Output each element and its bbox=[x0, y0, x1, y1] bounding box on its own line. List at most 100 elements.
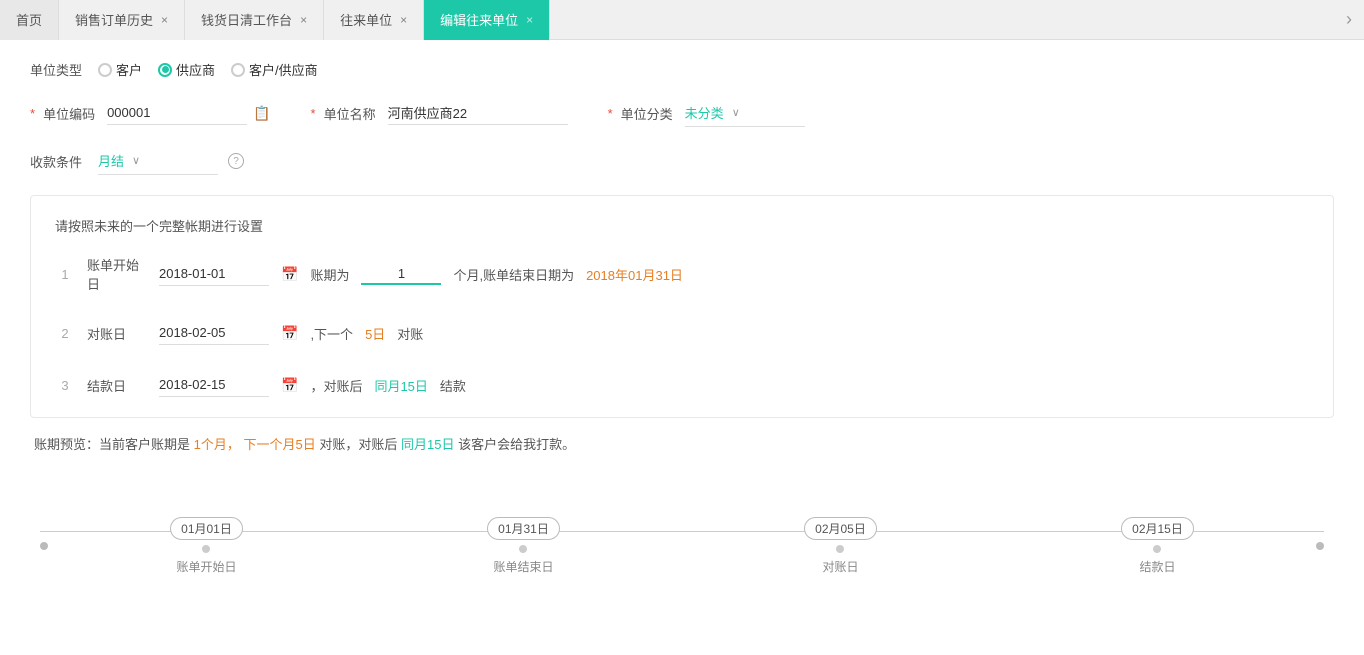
timeline-node-2: 01月31日 账单结束日 bbox=[487, 517, 560, 575]
radio-supplier-circle bbox=[158, 63, 172, 77]
period-row-2-type: 对账日 bbox=[87, 324, 147, 343]
timeline-nodes: 01月01日 账单开始日 01月31日 账单结束日 02月05日 对账日 bbox=[48, 517, 1316, 575]
period-setting-box: 请按照未来的一个完整帐期进行设置 1 账单开始日 📅 账期为 个月,账单结束日期… bbox=[30, 195, 1334, 418]
tab-partner-close[interactable]: × bbox=[400, 13, 407, 27]
tab-cash-work-close[interactable]: × bbox=[300, 13, 307, 27]
period-row-1-date[interactable] bbox=[159, 262, 269, 286]
tab-sales-history-label: 销售订单历史 bbox=[75, 10, 153, 29]
radio-customer-circle bbox=[98, 63, 112, 77]
period-row-2: 2 对账日 📅 ,下一个 5日 对账 bbox=[55, 321, 1309, 345]
radio-supplier-label: 供应商 bbox=[176, 60, 215, 79]
period-row-3-num: 3 bbox=[55, 378, 75, 393]
timeline-badge-4: 02月15日 bbox=[1121, 517, 1194, 540]
period-row-3: 3 结款日 📅 ，对账后 同月15日 结款 bbox=[55, 373, 1309, 397]
payment-terms-row: 收款条件 月结 ∨ ? bbox=[30, 147, 1334, 175]
period-row-1-type: 账单开始日 bbox=[87, 255, 147, 293]
tab-home[interactable]: 首页 bbox=[0, 0, 59, 40]
timeline-dot-3 bbox=[836, 545, 844, 553]
tab-sales-history[interactable]: 销售订单历史 × bbox=[59, 0, 185, 40]
tab-cash-work[interactable]: 钱货日清工作台 × bbox=[185, 0, 324, 40]
tab-edit-partner[interactable]: 编辑往来单位 × bbox=[424, 0, 550, 40]
period-row-2-prefix: ,下一个 bbox=[310, 324, 353, 343]
tab-partner-label: 往来单位 bbox=[340, 10, 392, 29]
unit-category-required: * bbox=[608, 106, 613, 121]
unit-category-dropdown[interactable]: 未分类 ∨ bbox=[685, 99, 805, 127]
period-row-1: 1 账单开始日 📅 账期为 个月,账单结束日期为 2018年01月31日 bbox=[55, 255, 1309, 293]
payment-terms-label: 收款条件 bbox=[30, 152, 82, 171]
payment-terms-value: 月结 bbox=[98, 151, 124, 170]
timeline-dot-4 bbox=[1153, 545, 1161, 553]
period-row-2-suffix: 对账 bbox=[397, 324, 423, 343]
unit-name-input[interactable] bbox=[388, 101, 568, 125]
period-row-1-suffix: 个月,账单结束日期为 bbox=[453, 265, 574, 284]
unit-code-required: * bbox=[30, 106, 35, 121]
unit-code-input[interactable] bbox=[107, 101, 247, 125]
preview-section: 账期预览：当前客户账期是 1个月， 下一个月5日 对账，对账后 同月15日 该客… bbox=[30, 434, 1334, 453]
payment-terms-arrow-icon: ∨ bbox=[132, 154, 140, 167]
period-row-1-middle: 账期为 bbox=[310, 265, 349, 284]
preview-middle: 对账，对账后 bbox=[319, 437, 401, 452]
tab-partner[interactable]: 往来单位 × bbox=[324, 0, 424, 40]
radio-customer-label: 客户 bbox=[116, 60, 142, 79]
period-row-1-end-date: 2018年01月31日 bbox=[586, 265, 683, 284]
timeline-right-endpoint bbox=[1316, 542, 1324, 550]
timeline-label-4: 结款日 bbox=[1139, 558, 1175, 575]
tab-edit-partner-close[interactable]: × bbox=[526, 13, 533, 27]
timeline-dot-2 bbox=[519, 545, 527, 553]
period-row-1-calendar-icon[interactable]: 📅 bbox=[281, 266, 298, 283]
period-row-3-calendar-icon[interactable]: 📅 bbox=[281, 377, 298, 394]
tab-edit-partner-label: 编辑往来单位 bbox=[440, 10, 518, 29]
preview-prefix: 账期预览：当前客户账期是 bbox=[34, 437, 190, 452]
timeline-section: 01月01日 账单开始日 01月31日 账单结束日 02月05日 对账日 bbox=[30, 477, 1334, 635]
unit-category-value: 未分类 bbox=[685, 103, 724, 122]
radio-both-label: 客户/供应商 bbox=[249, 60, 318, 79]
timeline-node-4: 02月15日 结款日 bbox=[1121, 517, 1194, 575]
period-row-3-suffix: 结款 bbox=[440, 376, 466, 395]
tab-home-label: 首页 bbox=[16, 10, 42, 29]
tab-more-button[interactable]: › bbox=[1334, 9, 1364, 30]
tab-sales-history-close[interactable]: × bbox=[161, 13, 168, 27]
payment-terms-dropdown[interactable]: 月结 ∨ bbox=[98, 147, 218, 175]
unit-info-row: * 单位编码 📋 * 单位名称 * 单位分类 未分类 ∨ bbox=[30, 99, 1334, 127]
timeline-left-endpoint bbox=[40, 542, 48, 550]
period-row-1-months-input[interactable] bbox=[361, 264, 441, 285]
unit-code-calendar-icon[interactable]: 📋 bbox=[253, 105, 270, 122]
unit-category-label: 单位分类 bbox=[621, 104, 673, 123]
timeline-badge-3: 02月05日 bbox=[804, 517, 877, 540]
period-row-2-num: 2 bbox=[55, 326, 75, 341]
period-box-title: 请按照未来的一个完整帐期进行设置 bbox=[55, 216, 1309, 235]
unit-type-row: 单位类型 客户 供应商 客户/供应商 bbox=[30, 60, 1334, 79]
period-row-2-calendar-icon[interactable]: 📅 bbox=[281, 325, 298, 342]
payment-terms-help-icon[interactable]: ? bbox=[228, 153, 244, 169]
tab-bar: 首页 销售订单历史 × 钱货日清工作台 × 往来单位 × 编辑往来单位 × › bbox=[0, 0, 1364, 40]
preview-part2: 下一个月5日 bbox=[244, 437, 316, 452]
timeline-badge-2: 01月31日 bbox=[487, 517, 560, 540]
tab-cash-work-label: 钱货日清工作台 bbox=[201, 10, 292, 29]
period-row-3-type: 结款日 bbox=[87, 376, 147, 395]
preview-part3: 同月15日 bbox=[401, 437, 454, 452]
period-row-3-date[interactable] bbox=[159, 373, 269, 397]
timeline-badge-1: 01月01日 bbox=[170, 517, 243, 540]
timeline-dot-1 bbox=[202, 545, 210, 553]
unit-name-required: * bbox=[311, 106, 316, 121]
unit-category-arrow-icon: ∨ bbox=[732, 106, 740, 119]
unit-code-label: 单位编码 bbox=[43, 104, 95, 123]
timeline-node-3: 02月05日 对账日 bbox=[804, 517, 877, 575]
period-row-2-highlight: 5日 bbox=[365, 324, 385, 343]
timeline-node-1: 01月01日 账单开始日 bbox=[170, 517, 243, 575]
timeline-label-2: 账单结束日 bbox=[493, 558, 553, 575]
radio-both[interactable]: 客户/供应商 bbox=[231, 60, 318, 79]
preview-part1: 1个月， bbox=[194, 437, 240, 452]
radio-customer[interactable]: 客户 bbox=[98, 60, 142, 79]
radio-both-circle bbox=[231, 63, 245, 77]
unit-name-label: 单位名称 bbox=[324, 104, 376, 123]
timeline-label-1: 账单开始日 bbox=[176, 558, 236, 575]
main-content: 单位类型 客户 供应商 客户/供应商 * 单位编码 📋 * 单位名称 bbox=[0, 40, 1364, 655]
period-row-3-prefix: ，对账后 bbox=[310, 376, 362, 395]
period-row-2-date[interactable] bbox=[159, 321, 269, 345]
unit-type-radio-group: 客户 供应商 客户/供应商 bbox=[98, 60, 318, 79]
radio-supplier[interactable]: 供应商 bbox=[158, 60, 215, 79]
unit-name-field: * 单位名称 bbox=[311, 101, 568, 125]
timeline-label-3: 对账日 bbox=[822, 558, 858, 575]
unit-type-label: 单位类型 bbox=[30, 60, 82, 79]
